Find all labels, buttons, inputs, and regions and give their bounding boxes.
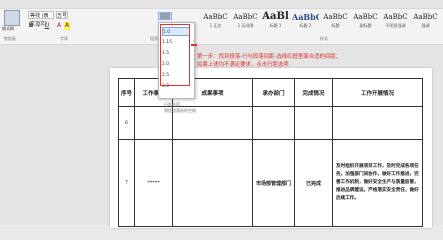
style-sample: AaBbC — [413, 13, 438, 21]
style-name: 标题 1 — [269, 23, 282, 28]
style-normal[interactable]: AaBbC 1 正文 — [202, 11, 229, 35]
highlight-button[interactable]: A — [64, 22, 70, 30]
paste-icon[interactable] — [4, 10, 20, 26]
annotation-text: 第一步：找到段落-行与段落间距-选择红框里面合适的间距； 如果上述均不满足要求，… — [197, 53, 357, 69]
style-heading-2[interactable]: AaBbC 标题 2 — [292, 11, 319, 35]
style-name: 标题 — [331, 23, 340, 28]
underline-button[interactable]: U — [44, 22, 50, 30]
style-emphasis[interactable]: AaBbC 强调 — [412, 11, 439, 35]
cell-work[interactable]: ***** — [134, 139, 173, 227]
work-table: 序号 工作事项 成果事项 承办部门 完成情况 工作开展情况 6 7 ***** … — [118, 78, 423, 227]
style-name: 1 无间隔 — [237, 23, 254, 28]
cell-detail[interactable] — [332, 106, 423, 140]
header-dept: 承办部门 — [252, 78, 295, 107]
style-sample: AaBbC — [353, 13, 378, 21]
style-subtitle[interactable]: AaBbC 副标题 — [352, 11, 379, 35]
style-sample: AaBl — [262, 11, 289, 22]
style-sample: AaBbC — [233, 13, 258, 21]
style-name: 副标题 — [359, 23, 372, 28]
style-no-spacing[interactable]: AaBbC 1 无间隔 — [232, 11, 259, 35]
group-label-clipboard: 剪贴板 — [4, 36, 16, 41]
line-spacing-icon — [160, 13, 170, 19]
cell-status[interactable] — [294, 106, 333, 140]
cell-dept[interactable]: 市场部管理部门 — [252, 139, 295, 227]
ribbon-toolbar: 格式刷 等线 (西文正文) 五号 B I U A A AaBbC 1 正文 Aa… — [0, 0, 443, 45]
cell-detail[interactable]: 及时组织开展项目工作，及时完成各项任务。加强部门间协作，做好工作推进，完善工作机… — [332, 139, 423, 227]
group-label-font: 字体 — [60, 36, 68, 41]
style-sample: AaBbC — [203, 13, 228, 21]
annotation-connector — [191, 44, 197, 46]
style-name: 强调 — [421, 23, 430, 28]
cell-dept[interactable] — [252, 106, 295, 140]
style-subtle-emphasis[interactable]: AaBbC 不明显强调 — [382, 11, 409, 35]
styles-gallery: AaBbC 1 正文 AaBbC 1 无间隔 AaBl 标题 1 AaBbC 标… — [202, 8, 443, 36]
style-sample: AaBbC — [292, 12, 319, 22]
style-sample: AaBbC — [383, 13, 408, 21]
font-color-button[interactable]: A — [56, 22, 62, 30]
style-name: 1 正文 — [209, 23, 222, 28]
font-size-input[interactable]: 五号 — [56, 11, 68, 19]
clipboard-group: 格式刷 — [2, 10, 24, 34]
annotation-line-1: 第一步：找到段落-行与段落间距-选择红框里面合适的间距； — [197, 54, 342, 60]
line-spacing-button[interactable] — [158, 12, 172, 20]
bold-button[interactable]: B — [28, 22, 34, 30]
cell-result[interactable] — [172, 139, 253, 227]
style-name: 标题 2 — [299, 23, 312, 28]
document-area: 序号 工作事项 成果事项 承办部门 完成情况 工作开展情况 6 7 ***** … — [0, 45, 443, 228]
style-sample: AaBbC — [323, 13, 348, 21]
style-name: 不明显强调 — [385, 23, 406, 28]
cell-no[interactable]: 6 — [118, 106, 135, 140]
annotation-highlight-box — [160, 24, 190, 86]
format-painter-label[interactable]: 格式刷 — [2, 26, 24, 32]
cell-status[interactable]: 已完成 — [294, 139, 333, 227]
table-row: 7 ***** 市场部管理部门 已完成 及时组织开展项目工作，及时完成各项任务。… — [118, 139, 423, 227]
cell-no[interactable]: 7 — [118, 139, 135, 227]
line-spacing-extra-options: 行距选项... 增加段落前的空格 — [164, 102, 196, 114]
header-detail: 工作开展情况 — [332, 78, 423, 107]
style-title[interactable]: AaBbC 标题 — [322, 11, 349, 35]
font-name-input[interactable]: 等线 (西文正文) — [28, 11, 54, 27]
style-heading-1[interactable]: AaBl 标题 1 — [262, 11, 289, 35]
header-status: 完成情况 — [294, 78, 333, 107]
italic-button[interactable]: I — [36, 22, 42, 30]
group-label-paragraph: 段落 — [150, 36, 158, 41]
header-no: 序号 — [118, 78, 135, 107]
ribbon-group-labels: 剪贴板 字体 段落 样式 — [0, 36, 443, 44]
add-space-before-link[interactable]: 增加段落前的空格 — [164, 108, 196, 114]
group-label-styles: 样式 — [320, 36, 328, 41]
annotation-line-2: 如果上述均不满足要求，点击行距选项 — [197, 62, 289, 68]
